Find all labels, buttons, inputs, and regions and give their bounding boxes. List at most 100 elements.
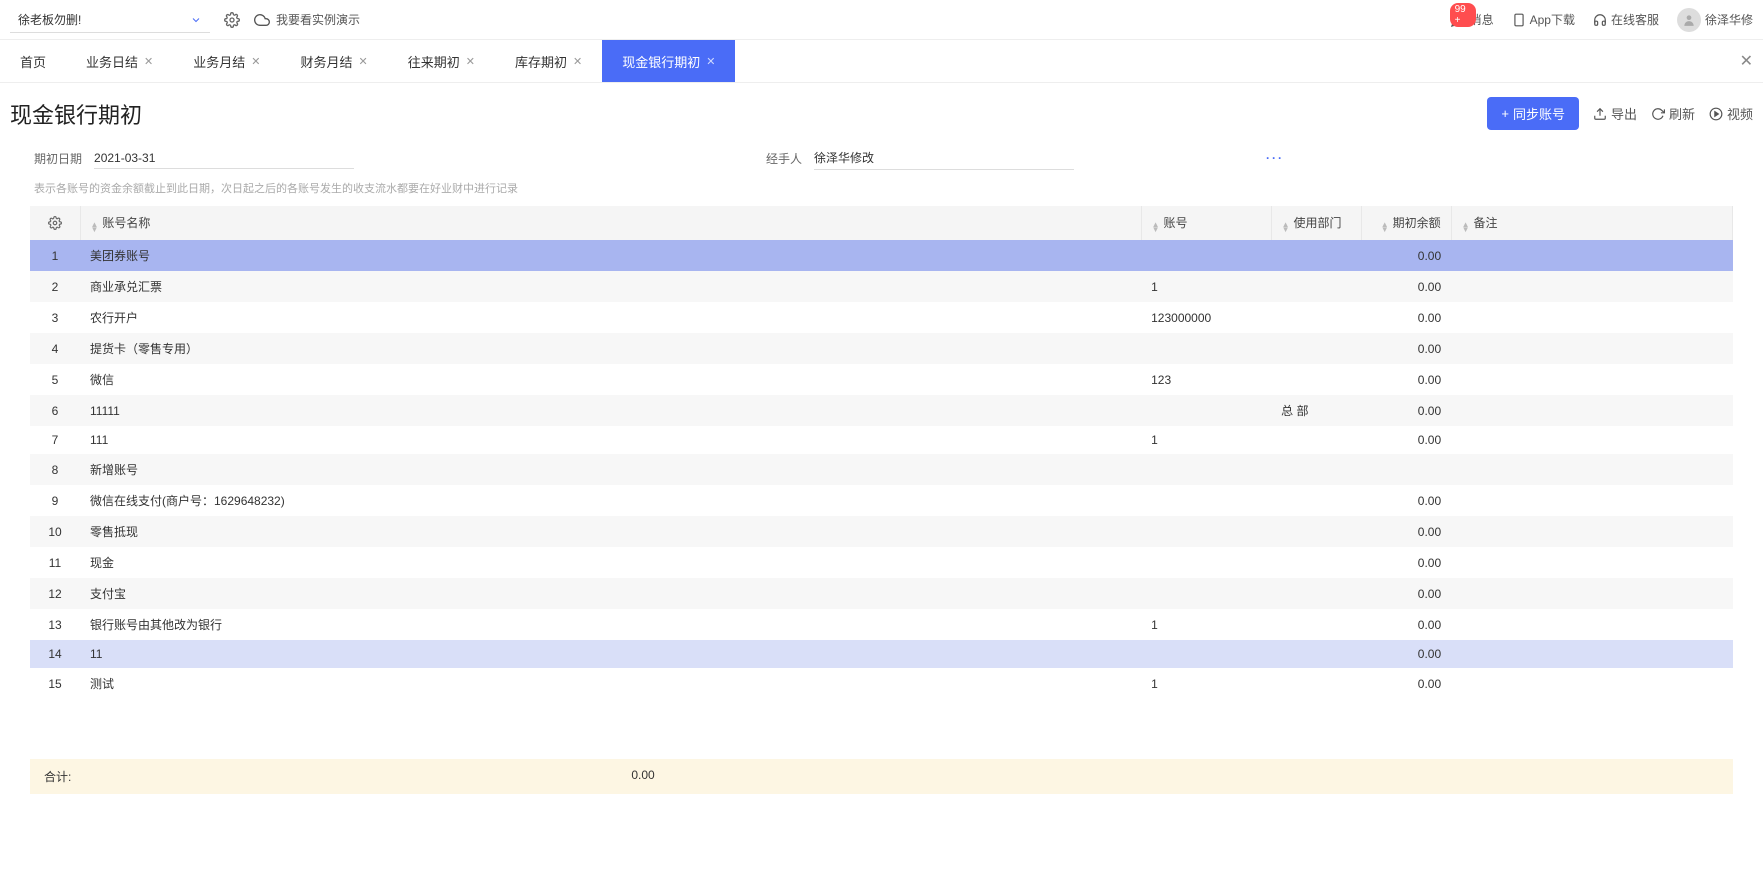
cell-dept <box>1271 640 1361 668</box>
cell-account <box>1141 240 1271 271</box>
col-name[interactable]: ▲▼账号名称 <box>80 206 1141 240</box>
tab-库存期初[interactable]: 库存期初 ✕ <box>495 40 602 82</box>
page-title: 现金银行期初 <box>10 98 142 130</box>
cell-dept <box>1271 578 1361 609</box>
table-row[interactable]: 2商业承兑汇票10.00 <box>30 271 1733 302</box>
plus-icon: + <box>1501 106 1509 121</box>
table-row[interactable]: 9微信在线支付(商户号：1629648232)0.00 <box>30 485 1733 516</box>
cell-dept <box>1271 302 1361 333</box>
top-bar: 徐老板勿删! 我要看实例演示 99 + 消息 App下载 在线客服 徐泽华修 <box>0 0 1763 40</box>
col-account[interactable]: ▲▼账号 <box>1141 206 1271 240</box>
cell-account: 1 <box>1141 271 1271 302</box>
sort-icon: ▲▼ <box>1282 222 1290 232</box>
close-icon[interactable]: ✕ <box>466 55 475 68</box>
cell-dept <box>1271 668 1361 699</box>
cell-account: 123000000 <box>1141 302 1271 333</box>
cell-index: 8 <box>30 454 80 485</box>
date-label: 期初日期 <box>34 150 82 167</box>
table-row[interactable]: 13银行账号由其他改为银行10.00 <box>30 609 1733 640</box>
cell-remark <box>1451 364 1732 395</box>
tab-往来期初[interactable]: 往来期初✕ <box>388 40 495 82</box>
table-row[interactable]: 15测试10.00 <box>30 668 1733 699</box>
cell-dept <box>1271 609 1361 640</box>
close-all-tabs-button[interactable]: ✕ <box>1740 51 1753 71</box>
cell-index: 14 <box>30 640 80 668</box>
cell-remark <box>1451 426 1732 454</box>
cell-remark <box>1451 271 1732 302</box>
cell-index: 15 <box>30 668 80 699</box>
tab-业务月结[interactable]: 业务月结✕ <box>173 40 280 82</box>
gear-icon[interactable] <box>224 12 240 28</box>
cell-balance: 0.00 <box>1361 578 1451 609</box>
total-label: 合计: <box>44 768 71 785</box>
table-row[interactable]: 10零售抵现0.00 <box>30 516 1733 547</box>
title-bar: 现金银行期初 + 同步账号 导出 刷新 视频 <box>0 83 1763 140</box>
cell-name: 农行开户 <box>80 302 1141 333</box>
table-row[interactable]: 8新增账号 <box>30 454 1733 485</box>
cell-balance: 0.00 <box>1361 302 1451 333</box>
close-icon[interactable]: ✕ <box>359 55 368 68</box>
cell-balance: 0.00 <box>1361 364 1451 395</box>
sync-account-button[interactable]: + 同步账号 <box>1487 97 1579 130</box>
date-input[interactable]: 2021-03-31 <box>94 148 354 169</box>
refresh-icon <box>1651 106 1665 122</box>
close-icon[interactable]: ✕ <box>573 55 582 68</box>
column-settings-button[interactable] <box>30 206 80 240</box>
cell-name: 111 <box>80 426 1141 454</box>
table-row[interactable]: 14110.00 <box>30 640 1733 668</box>
app-download-button[interactable]: App下载 <box>1512 11 1575 28</box>
tab-财务月结[interactable]: 财务月结✕ <box>280 40 387 82</box>
cell-balance: 0.00 <box>1361 668 1451 699</box>
table-row[interactable]: 12支付宝0.00 <box>30 578 1733 609</box>
tab-业务日结[interactable]: 业务日结✕ <box>66 40 173 82</box>
more-icon[interactable]: ··· <box>1266 151 1284 165</box>
close-icon[interactable]: ✕ <box>706 55 715 68</box>
org-selector[interactable]: 徐老板勿删! <box>10 7 210 33</box>
cell-account: 123 <box>1141 364 1271 395</box>
messages-button[interactable]: 99 + 消息 <box>1450 11 1494 28</box>
cell-balance: 0.00 <box>1361 516 1451 547</box>
table-row[interactable]: 1美团券账号0.00 <box>30 240 1733 271</box>
table-row[interactable]: 711110.00 <box>30 426 1733 454</box>
cell-name: 提货卡（零售专用） <box>80 333 1141 364</box>
close-icon[interactable]: ✕ <box>144 55 153 68</box>
video-button[interactable]: 视频 <box>1709 104 1753 123</box>
cell-index: 11 <box>30 547 80 578</box>
user-menu[interactable]: 徐泽华修 <box>1677 8 1753 32</box>
table-row[interactable]: 5微信1230.00 <box>30 364 1733 395</box>
cell-name: 新增账号 <box>80 454 1141 485</box>
close-icon[interactable]: ✕ <box>251 55 260 68</box>
play-icon <box>1709 106 1723 122</box>
cell-remark <box>1451 485 1732 516</box>
table-row[interactable]: 611111总 部0.00 <box>30 395 1733 426</box>
sort-icon: ▲▼ <box>1462 222 1470 232</box>
cell-index: 5 <box>30 364 80 395</box>
cell-account <box>1141 333 1271 364</box>
sort-icon: ▲▼ <box>91 222 99 232</box>
message-badge: 99 + <box>1450 3 1476 27</box>
tabs-bar: 首页业务日结✕业务月结✕财务月结✕往来期初✕库存期初✕现金银行期初✕✕ <box>0 40 1763 83</box>
table-row[interactable]: 4提货卡（零售专用）0.00 <box>30 333 1733 364</box>
cell-index: 10 <box>30 516 80 547</box>
tab-label: 库存期初 <box>515 52 567 71</box>
customer-service-button[interactable]: 在线客服 <box>1593 11 1659 28</box>
col-remark[interactable]: ▲▼备注 <box>1451 206 1732 240</box>
demo-link[interactable]: 我要看实例演示 <box>254 11 360 28</box>
table-row[interactable]: 11现金0.00 <box>30 547 1733 578</box>
avatar-icon <box>1677 8 1701 32</box>
cell-name: 11 <box>80 640 1141 668</box>
tab-首页[interactable]: 首页 <box>0 40 66 82</box>
table-row[interactable]: 3农行开户1230000000.00 <box>30 302 1733 333</box>
cell-dept <box>1271 364 1361 395</box>
cell-dept <box>1271 454 1361 485</box>
cell-dept <box>1271 240 1361 271</box>
tab-现金银行期初[interactable]: 现金银行期初✕ <box>602 40 735 82</box>
col-dept[interactable]: ▲▼使用部门 <box>1271 206 1361 240</box>
cell-name: 测试 <box>80 668 1141 699</box>
export-button[interactable]: 导出 <box>1593 104 1637 123</box>
refresh-button[interactable]: 刷新 <box>1651 104 1695 123</box>
col-balance[interactable]: ▲▼期初余额 <box>1361 206 1451 240</box>
handler-input[interactable]: 徐泽华修改 <box>814 146 1074 170</box>
cell-remark <box>1451 333 1732 364</box>
cell-name: 银行账号由其他改为银行 <box>80 609 1141 640</box>
